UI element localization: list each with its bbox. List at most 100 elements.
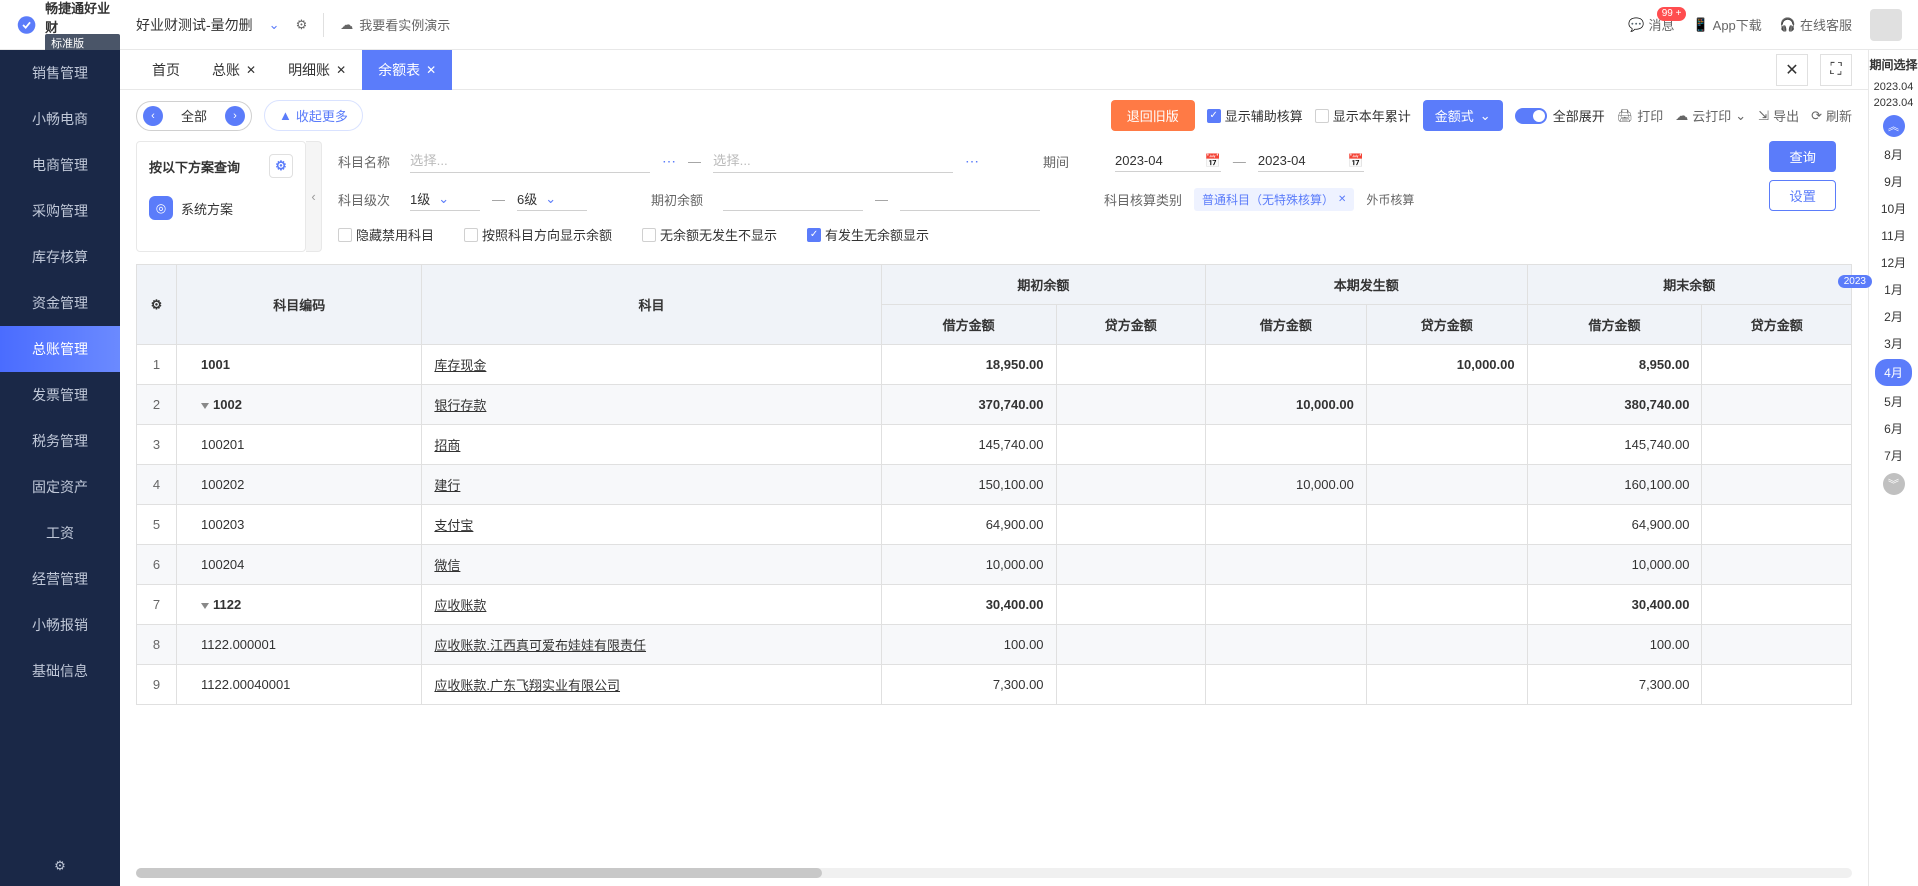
messages-button[interactable]: 💬 消息 99 + <box>1628 15 1674 34</box>
scrollbar-thumb[interactable] <box>136 868 822 878</box>
sidebar-item[interactable]: 基础信息 <box>0 648 120 694</box>
period-month[interactable]: 8月 <box>1869 141 1918 168</box>
table-row[interactable]: 71122应收账款30,400.0030,400.00 <box>137 585 1852 625</box>
scheme-item-system[interactable]: ◎ 系统方案 <box>149 190 293 226</box>
tab[interactable]: 首页 <box>136 50 196 90</box>
period-down-button[interactable]: ︾ <box>1883 473 1905 495</box>
sidebar-item[interactable]: 固定资产 <box>0 464 120 510</box>
subject-link[interactable]: 建行 <box>434 478 460 493</box>
collapse-filters-button[interactable]: ▲ 收起更多 <box>264 100 363 131</box>
chevron-left-icon[interactable]: ‹ <box>143 106 163 126</box>
cloud-print-button[interactable]: ☁ 云打印 ⌄ <box>1675 106 1746 125</box>
period-month[interactable]: 9月 <box>1869 168 1918 195</box>
scheme-settings-button[interactable]: ⚙ <box>269 154 293 178</box>
demo-link[interactable]: ☁ 我要看实例演示 <box>340 15 450 34</box>
print-button[interactable]: 🖨 打印 <box>1617 106 1664 125</box>
subject-link[interactable]: 支付宝 <box>434 518 473 533</box>
period-month[interactable]: 7月 <box>1869 442 1918 469</box>
sidebar-item[interactable]: 税务管理 <box>0 418 120 464</box>
sidebar-item[interactable]: 小畅电商 <box>0 96 120 142</box>
opening-balance-to-input[interactable] <box>900 187 1040 211</box>
subject-link[interactable]: 库存现金 <box>434 358 486 373</box>
scope-selector[interactable]: ‹ 全部 › <box>136 101 252 131</box>
gear-icon[interactable]: ⚙ <box>296 17 308 33</box>
collapse-scheme-handle[interactable]: ‹ <box>306 141 322 252</box>
amount-mode-dropdown[interactable]: 金额式 ⌄ <box>1423 100 1503 131</box>
period-month[interactable]: 10月 <box>1869 195 1918 222</box>
period-from-picker[interactable]: 2023-04 📅 <box>1115 151 1221 172</box>
refresh-button[interactable]: ⟳ 刷新 <box>1811 106 1852 125</box>
sidebar-item[interactable]: 经营管理 <box>0 556 120 602</box>
tab[interactable]: 余额表✕ <box>362 50 452 90</box>
table-row[interactable]: 91122.00040001应收账款.广东飞翔实业有限公司7,300.007,3… <box>137 665 1852 705</box>
show-year-checkbox[interactable]: 显示本年累计 <box>1315 106 1411 125</box>
period-month[interactable]: 4月 <box>1875 359 1912 386</box>
period-to-picker[interactable]: 2023-04 📅 <box>1258 151 1364 172</box>
subject-link[interactable]: 应收账款.江西真可爱布娃娃有限责任 <box>434 638 646 653</box>
table-wrap[interactable]: ⚙ 科目编码 科目 期初余额 本期发生额 期末余额 借方金额 贷方金额 借方金额… <box>120 264 1868 864</box>
filter-settings-button[interactable]: 设置 <box>1769 180 1836 211</box>
tab[interactable]: 总账✕ <box>196 50 272 90</box>
period-month[interactable]: 11月 <box>1869 222 1918 249</box>
subject-link[interactable]: 招商 <box>434 438 460 453</box>
has-occur-checkbox[interactable]: ✓ 有发生无余额显示 <box>807 225 929 244</box>
sidebar-item[interactable]: 发票管理 <box>0 372 120 418</box>
subject-link[interactable]: 银行存款 <box>434 398 486 413</box>
period-month[interactable]: 12月 <box>1869 249 1918 276</box>
accounting-type-tag2[interactable]: 外币核算 <box>1366 191 1414 208</box>
fullscreen-button[interactable]: ⛶ <box>1820 54 1852 86</box>
avatar[interactable] <box>1870 9 1902 41</box>
subject-link[interactable]: 应收账款.广东飞翔实业有限公司 <box>434 678 620 693</box>
accounting-type-tag[interactable]: 普通科目（无特殊核算） ✕ <box>1194 188 1354 211</box>
expand-icon[interactable] <box>201 403 209 409</box>
table-row[interactable]: 5100203支付宝64,900.0064,900.00 <box>137 505 1852 545</box>
chevron-right-icon[interactable]: › <box>225 106 245 126</box>
close-icon[interactable]: ✕ <box>426 63 436 77</box>
sidebar-item[interactable]: 总账管理 <box>0 326 120 372</box>
by-direction-checkbox[interactable]: 按照科目方向显示余额 <box>464 225 612 244</box>
more-icon[interactable]: ⋯ <box>662 153 676 170</box>
export-button[interactable]: ⇲ 导出 <box>1758 106 1799 125</box>
search-button[interactable]: 查询 <box>1769 141 1836 172</box>
table-row[interactable]: 4100202建行150,100.0010,000.00160,100.00 <box>137 465 1852 505</box>
expand-icon[interactable] <box>201 603 209 609</box>
period-up-button[interactable]: ︽ <box>1883 115 1905 137</box>
horizontal-scrollbar[interactable] <box>136 868 1852 878</box>
close-tab-button[interactable]: ✕ <box>1776 54 1808 86</box>
subject-link[interactable]: 微信 <box>434 558 460 573</box>
level-from-select[interactable]: 1级 ⌄ <box>410 187 480 211</box>
subject-to-input[interactable] <box>713 149 953 173</box>
no-balance-checkbox[interactable]: 无余额无发生不显示 <box>642 225 777 244</box>
sidebar-item[interactable]: 工资 <box>0 510 120 556</box>
expand-all-toggle[interactable]: 全部展开 <box>1515 106 1605 125</box>
back-old-button[interactable]: 退回旧版 <box>1111 100 1195 131</box>
sidebar-item[interactable]: 库存核算 <box>0 234 120 280</box>
support-button[interactable]: 🎧 在线客服 <box>1780 15 1852 34</box>
subject-from-input[interactable] <box>410 149 650 173</box>
more-icon[interactable]: ⋯ <box>965 153 979 170</box>
sidebar-item[interactable]: 采购管理 <box>0 188 120 234</box>
show-aux-checkbox[interactable]: ✓ 显示辅助核算 <box>1207 106 1303 125</box>
table-row[interactable]: 11001库存现金18,950.0010,000.008,950.00 <box>137 345 1852 385</box>
hide-disabled-checkbox[interactable]: 隐藏禁用科目 <box>338 225 434 244</box>
workspace-selector[interactable]: 好业财测试-量勿删 ⌄ ⚙ ☁ 我要看实例演示 <box>136 13 450 37</box>
tag-close-icon[interactable]: ✕ <box>1338 194 1346 205</box>
table-row[interactable]: 21002银行存款370,740.0010,000.00380,740.00 <box>137 385 1852 425</box>
sidebar-item[interactable]: 小畅报销 <box>0 602 120 648</box>
close-icon[interactable]: ✕ <box>336 63 346 77</box>
period-month[interactable]: 6月 <box>1869 415 1918 442</box>
sidebar-settings-icon[interactable]: ⚙ <box>0 846 120 886</box>
table-row[interactable]: 3100201招商145,740.00145,740.00 <box>137 425 1852 465</box>
sidebar-item[interactable]: 销售管理 <box>0 50 120 96</box>
table-row[interactable]: 6100204微信10,000.0010,000.00 <box>137 545 1852 585</box>
table-settings-header[interactable]: ⚙ <box>137 265 177 345</box>
download-button[interactable]: 📱 App下载 <box>1692 15 1761 34</box>
table-row[interactable]: 81122.000001应收账款.江西真可爱布娃娃有限责任100.00100.0… <box>137 625 1852 665</box>
sidebar-item[interactable]: 电商管理 <box>0 142 120 188</box>
opening-balance-input[interactable] <box>723 187 863 211</box>
period-month[interactable]: 5月 <box>1869 388 1918 415</box>
subject-link[interactable]: 应收账款 <box>434 598 486 613</box>
period-month[interactable]: 3月 <box>1869 330 1918 357</box>
level-to-select[interactable]: 6级 ⌄ <box>517 187 587 211</box>
close-icon[interactable]: ✕ <box>246 63 256 77</box>
